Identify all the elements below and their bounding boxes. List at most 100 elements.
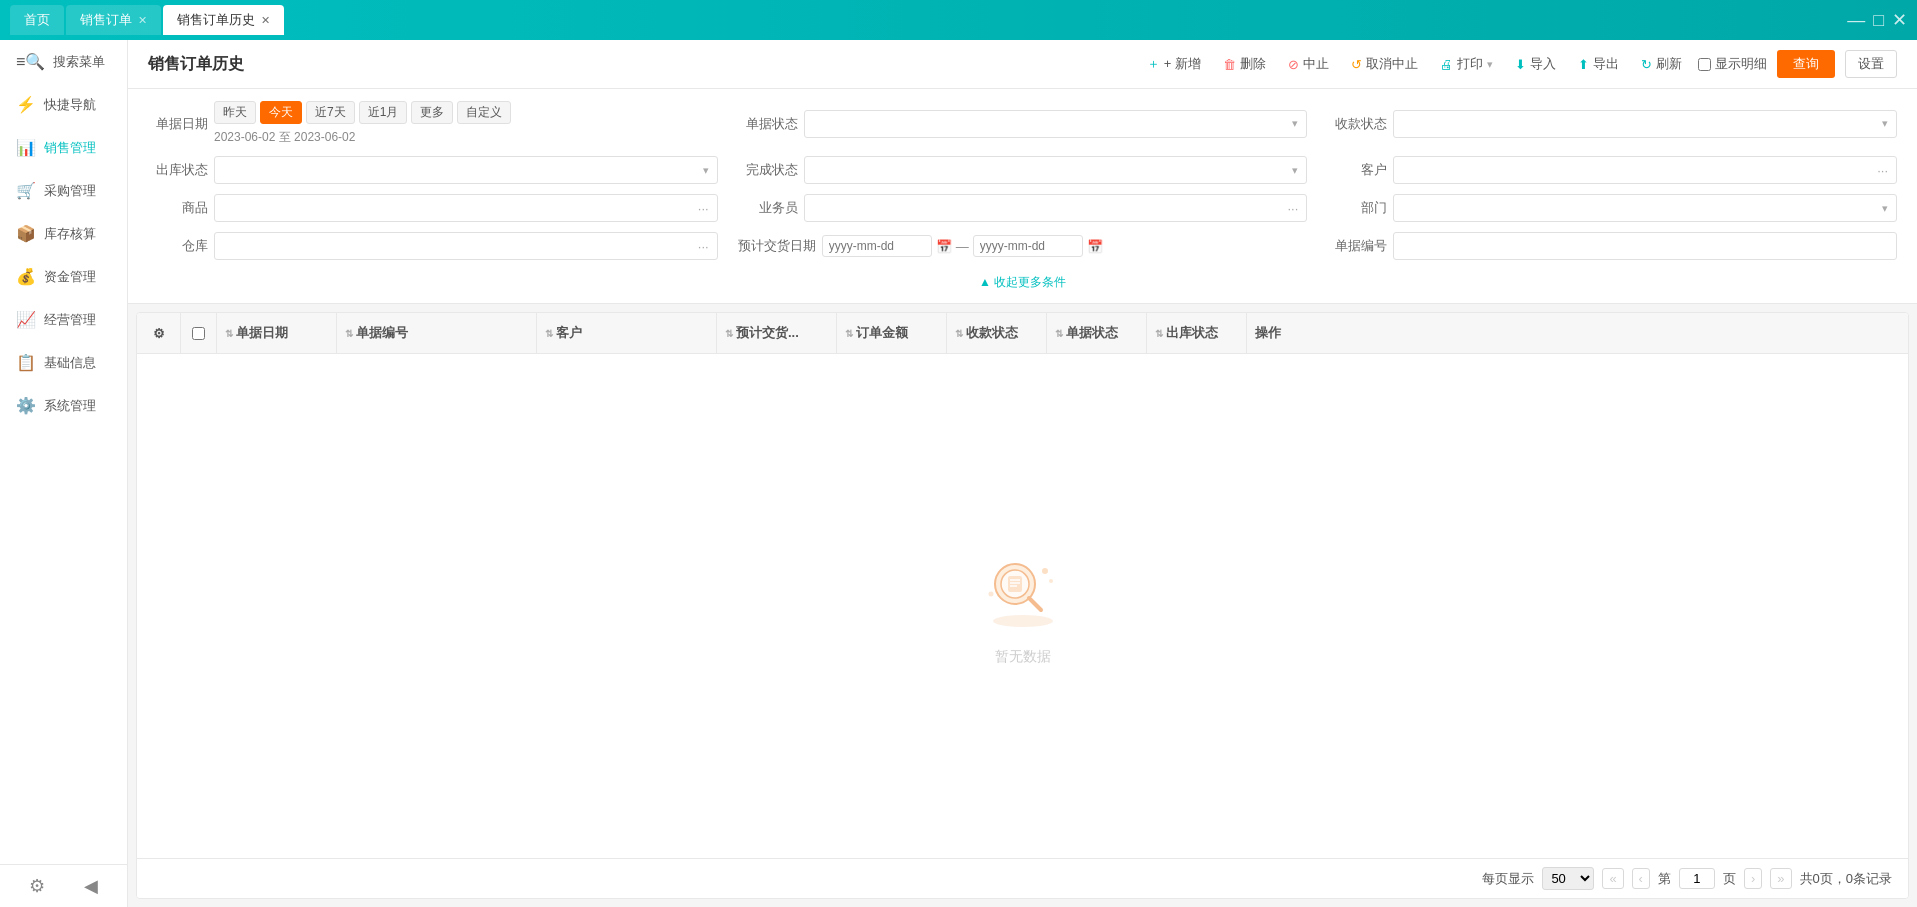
- filter-department: 部门 ▾: [1327, 194, 1897, 222]
- sidebar-item-sales-mgmt[interactable]: 📊 销售管理: [0, 126, 127, 169]
- next-page-btn[interactable]: ›: [1744, 868, 1762, 889]
- date-tag-1month[interactable]: 近1月: [359, 101, 408, 124]
- show-detail-checkbox-wrap[interactable]: 显示明细: [1698, 55, 1767, 73]
- svg-line-3: [1029, 598, 1041, 610]
- goods-label: 商品: [148, 199, 208, 217]
- filter-bill-date: 单据日期 昨天 今天 近7天 近1月 更多 自定义 2023-06-02 至 2…: [148, 101, 718, 146]
- sort-out-status-icon[interactable]: ⇅: [1155, 328, 1163, 339]
- minimize-btn[interactable]: —: [1847, 10, 1865, 31]
- refresh-btn-label: 刷新: [1656, 55, 1682, 73]
- sort-bill-status-icon[interactable]: ⇅: [1055, 328, 1063, 339]
- warehouse-select[interactable]: ···: [214, 232, 718, 260]
- new-icon: ＋: [1147, 55, 1160, 73]
- gear-settings-icon[interactable]: ⚙: [153, 326, 165, 341]
- tab-sales-order-history[interactable]: 销售订单历史 ✕: [163, 5, 284, 35]
- completion-status-label: 完成状态: [738, 161, 798, 179]
- delivery-date-from[interactable]: [822, 235, 932, 257]
- close-btn[interactable]: ✕: [1892, 9, 1907, 31]
- first-page-btn[interactable]: «: [1602, 868, 1623, 889]
- setting-button[interactable]: 设置: [1845, 50, 1897, 78]
- tab-home[interactable]: 首页: [10, 5, 64, 35]
- th-order-amount: ⇅ 订单金额: [837, 313, 947, 353]
- sort-bill-no-icon[interactable]: ⇅: [345, 328, 353, 339]
- date-tag-custom[interactable]: 自定义: [457, 101, 511, 124]
- close-sales-order-tab[interactable]: ✕: [138, 14, 147, 27]
- svg-point-0: [993, 615, 1053, 627]
- maximize-btn[interactable]: □: [1873, 10, 1884, 31]
- department-select[interactable]: ▾: [1393, 194, 1897, 222]
- cancel-stop-btn[interactable]: ↺ 取消中止: [1345, 51, 1424, 77]
- empty-text: 暂无数据: [995, 648, 1051, 666]
- customer-label: 客户: [1327, 161, 1387, 179]
- sidebar-item-ops-mgmt[interactable]: 📈 经营管理: [0, 298, 127, 341]
- date-range-text: 2023-06-02 至 2023-06-02: [214, 129, 718, 146]
- delivery-status-label: 出库状态: [148, 161, 208, 179]
- payment-status-select[interactable]: ▾: [1393, 110, 1897, 138]
- date-to-calendar-icon[interactable]: 📅: [1087, 239, 1103, 254]
- th-check[interactable]: [181, 313, 217, 353]
- delivery-date-to[interactable]: [973, 235, 1083, 257]
- sidebar-settings-btn[interactable]: ⚙: [29, 875, 45, 897]
- salesperson-dots-icon[interactable]: ···: [1288, 201, 1299, 216]
- date-tag-7days[interactable]: 近7天: [306, 101, 355, 124]
- date-tag-today[interactable]: 今天: [260, 101, 302, 124]
- select-all-checkbox[interactable]: [192, 327, 205, 340]
- close-history-tab[interactable]: ✕: [261, 14, 270, 27]
- delete-btn[interactable]: 🗑 删除: [1217, 51, 1272, 77]
- tab-sales-order[interactable]: 销售订单 ✕: [66, 5, 161, 35]
- date-tag-yesterday[interactable]: 昨天: [214, 101, 256, 124]
- collapse-bar[interactable]: ▲ 收起更多条件: [148, 270, 1897, 291]
- prev-page-btn[interactable]: ‹: [1632, 868, 1650, 889]
- print-btn[interactable]: 🖨 打印 ▾: [1434, 51, 1499, 77]
- export-btn-label: 导出: [1593, 55, 1619, 73]
- salesperson-select[interactable]: ···: [804, 194, 1308, 222]
- sidebar-item-search-menu[interactable]: ≡🔍 搜索菜单: [0, 40, 127, 83]
- new-btn[interactable]: ＋ + 新增: [1141, 51, 1207, 77]
- filter-customer: 客户 ···: [1327, 156, 1897, 184]
- goods-dots-icon[interactable]: ···: [698, 201, 709, 216]
- bill-no-input[interactable]: [1393, 232, 1897, 260]
- goods-select[interactable]: ···: [214, 194, 718, 222]
- print-btn-label: 打印: [1457, 55, 1483, 73]
- sidebar-item-inventory-calc[interactable]: 📦 库存核算: [0, 212, 127, 255]
- show-detail-checkbox[interactable]: [1698, 58, 1711, 71]
- search-menu-icon: ≡🔍: [16, 52, 45, 71]
- stop-btn[interactable]: ⊘ 中止: [1282, 51, 1335, 77]
- filter-completion-status: 完成状态 ▾: [738, 156, 1308, 184]
- sort-delivery-icon[interactable]: ⇅: [725, 328, 733, 339]
- completion-status-select[interactable]: ▾: [804, 156, 1308, 184]
- sidebar-item-capital-mgmt[interactable]: 💰 资金管理: [0, 255, 127, 298]
- sidebar-item-purchase-mgmt-label: 采购管理: [44, 182, 96, 200]
- sort-customer-icon[interactable]: ⇅: [545, 328, 553, 339]
- import-btn[interactable]: ⬇ 导入: [1509, 51, 1562, 77]
- date-tag-more[interactable]: 更多: [411, 101, 453, 124]
- sort-amount-icon[interactable]: ⇅: [845, 328, 853, 339]
- filter-salesperson: 业务员 ···: [738, 194, 1308, 222]
- sidebar-item-basic-info[interactable]: 📋 基础信息: [0, 341, 127, 384]
- date-from-calendar-icon[interactable]: 📅: [936, 239, 952, 254]
- customer-dots-icon[interactable]: ···: [1877, 163, 1888, 178]
- sidebar-item-purchase-mgmt[interactable]: 🛒 采购管理: [0, 169, 127, 212]
- sidebar-item-inventory-calc-label: 库存核算: [44, 225, 96, 243]
- sidebar-collapse-btn[interactable]: ◀: [84, 875, 98, 897]
- last-page-btn[interactable]: »: [1770, 868, 1791, 889]
- page-size-select[interactable]: 20 50 100: [1542, 867, 1594, 890]
- customer-select[interactable]: ···: [1393, 156, 1897, 184]
- sort-payment-icon[interactable]: ⇅: [955, 328, 963, 339]
- table-section: ⚙ ⇅ 单据日期 ⇅ 单据编号 ⇅ 客户 ⇅: [136, 312, 1909, 899]
- filter-section: 单据日期 昨天 今天 近7天 近1月 更多 自定义 2023-06-02 至 2…: [128, 89, 1917, 304]
- sidebar-item-sys-mgmt[interactable]: ⚙️ 系统管理: [0, 384, 127, 427]
- sidebar-item-quick-nav[interactable]: ⚡ 快捷导航: [0, 83, 127, 126]
- refresh-btn[interactable]: ↻ 刷新: [1635, 51, 1688, 77]
- th-gear[interactable]: ⚙: [137, 313, 181, 353]
- page-number-input[interactable]: [1679, 868, 1715, 889]
- query-button[interactable]: 查询: [1777, 50, 1835, 78]
- tab-sales-order-history-label: 销售订单历史: [177, 11, 255, 29]
- export-btn[interactable]: ⬆ 导出: [1572, 51, 1625, 77]
- bill-status-select[interactable]: ▾: [804, 110, 1308, 138]
- th-customer: ⇅ 客户: [537, 313, 717, 353]
- delivery-status-select[interactable]: ▾: [214, 156, 718, 184]
- total-records-label: 共0页，0条记录: [1800, 870, 1892, 888]
- warehouse-dots-icon[interactable]: ···: [698, 239, 709, 254]
- sort-bill-date-icon[interactable]: ⇅: [225, 328, 233, 339]
